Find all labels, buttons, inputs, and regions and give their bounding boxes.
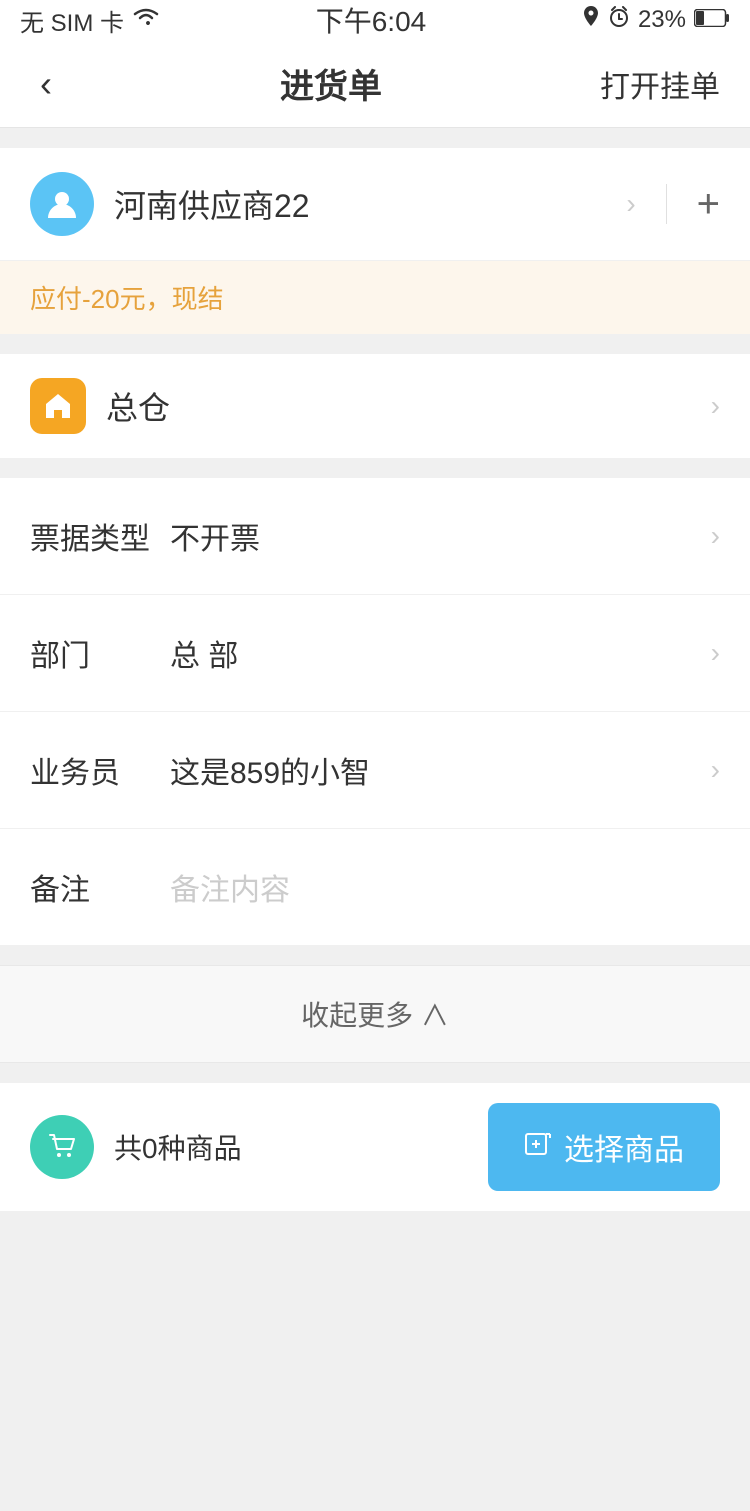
- supplier-name: 河南供应商22: [114, 181, 626, 227]
- status-time: 下午6:04: [316, 0, 427, 40]
- notice-bar: 应付-20元，现结: [0, 261, 750, 334]
- supplier-divider: [666, 184, 667, 224]
- supplier-avatar: [30, 172, 94, 236]
- carrier-label: 无 SIM 卡: [20, 3, 124, 38]
- salesperson-label: 业务员: [30, 748, 170, 792]
- warehouse-arrow-icon: ›: [711, 390, 720, 422]
- cart-icon: [30, 1115, 94, 1179]
- invoice-type-label: 票据类型: [30, 514, 170, 558]
- wifi-icon: [132, 6, 160, 34]
- department-row[interactable]: 部门 总 部 ›: [0, 595, 750, 712]
- status-right: 23%: [582, 6, 730, 35]
- department-arrow-icon: ›: [711, 637, 720, 669]
- status-bar: 无 SIM 卡 下午6:04 23%: [0, 0, 750, 40]
- collapse-label: 收起更多 ∧: [301, 1000, 449, 1031]
- location-icon: [582, 6, 600, 35]
- supplier-arrow-icon: ›: [626, 188, 635, 220]
- page-background: [0, 1211, 750, 1511]
- department-label: 部门: [30, 631, 170, 675]
- bottom-bar: 共0种商品 选择商品: [0, 1083, 750, 1211]
- select-product-label: 选择商品: [564, 1125, 684, 1169]
- add-supplier-button[interactable]: +: [697, 182, 720, 227]
- separator-1: [0, 128, 750, 148]
- salesperson-arrow-icon: ›: [711, 754, 720, 786]
- invoice-type-value: 不开票: [170, 514, 711, 558]
- select-icon: [524, 1130, 552, 1165]
- alarm-icon: [608, 6, 630, 35]
- back-button[interactable]: ‹: [30, 53, 62, 115]
- salesperson-row[interactable]: 业务员 这是859的小智 ›: [0, 712, 750, 829]
- select-product-button[interactable]: 选择商品: [488, 1103, 720, 1191]
- battery-label: 23%: [638, 6, 686, 34]
- nav-bar: ‹ 进货单 打开挂单: [0, 40, 750, 128]
- status-left: 无 SIM 卡: [20, 3, 160, 38]
- warehouse-icon: [30, 378, 86, 434]
- collapse-bar[interactable]: 收起更多 ∧: [0, 965, 750, 1063]
- page-title: 进货单: [280, 59, 382, 108]
- warehouse-row[interactable]: 总仓 ›: [0, 354, 750, 458]
- open-pending-button[interactable]: 打开挂单: [600, 62, 720, 106]
- department-value: 总 部: [170, 631, 711, 675]
- supplier-row[interactable]: 河南供应商22 › +: [0, 148, 750, 261]
- invoice-type-arrow-icon: ›: [711, 520, 720, 552]
- product-count-label: 共0种商品: [114, 1127, 468, 1167]
- form-section: 票据类型 不开票 › 部门 总 部 › 业务员 这是859的小智 › 备注 备注…: [0, 478, 750, 945]
- salesperson-value: 这是859的小智: [170, 748, 711, 792]
- invoice-type-row[interactable]: 票据类型 不开票 ›: [0, 478, 750, 595]
- remark-row[interactable]: 备注 备注内容: [0, 829, 750, 945]
- warehouse-label: 总仓: [106, 383, 711, 429]
- remark-input[interactable]: 备注内容: [170, 865, 720, 909]
- battery-icon: [694, 6, 730, 34]
- remark-label: 备注: [30, 865, 170, 909]
- notice-text: 应付-20元，现结: [30, 284, 224, 314]
- supplier-section: 河南供应商22 › + 应付-20元，现结: [0, 148, 750, 334]
